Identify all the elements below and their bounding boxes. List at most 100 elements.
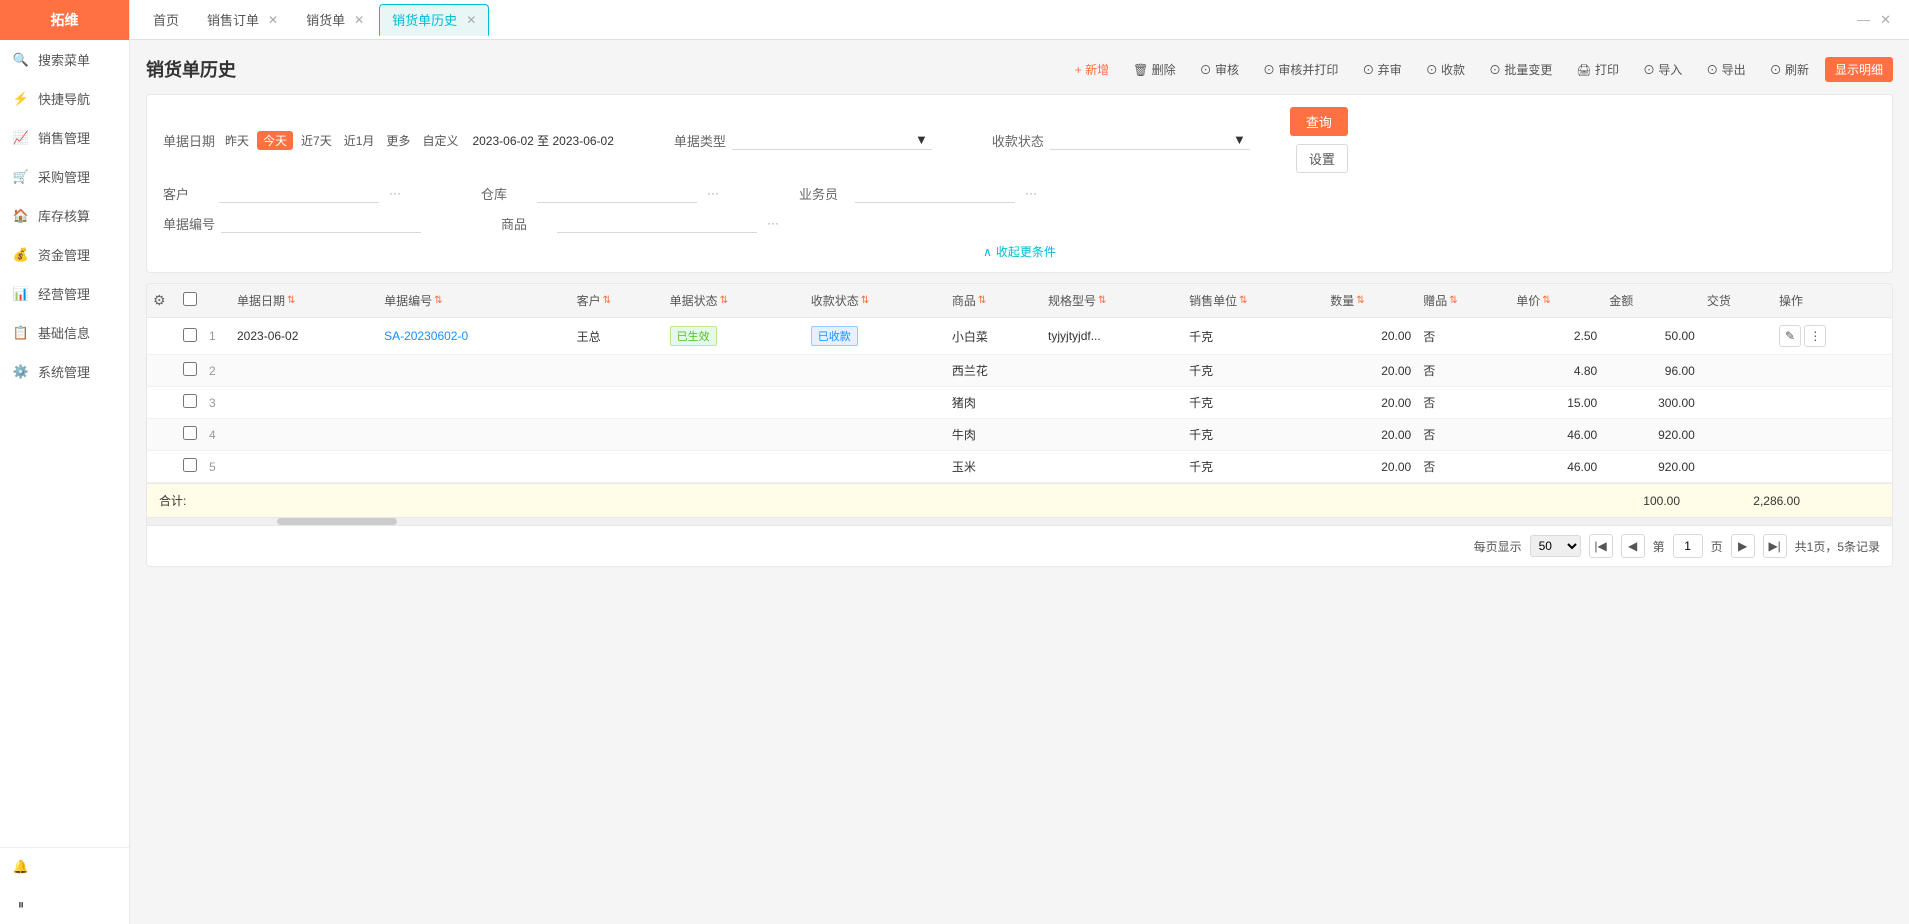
cell-doc-num[interactable] xyxy=(378,387,571,419)
date-btn-custom[interactable]: 自定义 xyxy=(418,131,462,150)
th-qty[interactable]: 数量⇅ xyxy=(1324,284,1417,318)
th-gift[interactable]: 赠品⇅ xyxy=(1417,284,1510,318)
date-btn-group: 昨天 今天 近7天 近1月 更多 自定义 2023-06-02 至 2023-0… xyxy=(221,131,614,150)
row-checkbox[interactable] xyxy=(183,362,197,376)
cell-doc-num[interactable] xyxy=(378,355,571,387)
cell-goods: 西兰花 xyxy=(946,355,1042,387)
goods-more-icon[interactable]: ··· xyxy=(767,216,779,230)
abandon-button[interactable]: ⊙ 弃审 xyxy=(1354,57,1409,82)
tab-sales-order[interactable]: 销售订单 ✕ xyxy=(194,4,291,36)
select-all-checkbox[interactable] xyxy=(183,292,197,306)
tab-sales-history-close[interactable]: ✕ xyxy=(466,13,476,27)
customer-more-icon[interactable]: ··· xyxy=(389,186,401,200)
sidebar-item-sys-mgmt[interactable]: ⚙️ 系统管理 xyxy=(0,352,129,391)
delete-button[interactable]: 🗑 删除 xyxy=(1125,57,1184,82)
filter-goods-block: 商品 ··· xyxy=(501,213,779,233)
tabs-bar: 首页 销售订单 ✕ 销货单 ✕ 销货单历史 ✕ — ✕ xyxy=(130,0,1909,40)
sidebar-item-sales-mgmt[interactable]: 📈 销售管理 xyxy=(0,118,129,157)
row-checkbox[interactable] xyxy=(183,328,197,342)
collect-button[interactable]: ⊙ 收款 xyxy=(1418,57,1473,82)
docnum-input[interactable] xyxy=(221,213,421,233)
window-close[interactable]: ✕ xyxy=(1880,12,1891,28)
sidebar-notification[interactable]: 🔔 xyxy=(0,848,129,886)
per-page-select[interactable]: 50 100 200 xyxy=(1530,535,1581,557)
staff-input[interactable] xyxy=(855,183,1015,203)
customer-input[interactable] xyxy=(219,183,379,203)
sidebar-item-purchase-mgmt[interactable]: 🛒 采购管理 xyxy=(0,157,129,196)
date-btn-more[interactable]: 更多 xyxy=(382,131,414,150)
cell-seq: 3 xyxy=(203,387,231,419)
sidebar-item-search-menu[interactable]: 🔍 搜索菜单 xyxy=(0,40,129,79)
inventory-icon: 🏠 xyxy=(12,207,30,225)
row-checkbox[interactable] xyxy=(183,458,197,472)
cell-price: 46.00 xyxy=(1510,419,1603,451)
sidebar-item-base-info[interactable]: 📋 基础信息 xyxy=(0,313,129,352)
window-minimize[interactable]: — xyxy=(1857,12,1870,27)
row-checkbox[interactable] xyxy=(183,426,197,440)
tab-sales-order-close[interactable]: ✕ xyxy=(268,13,278,27)
scrollbar-thumb[interactable] xyxy=(277,518,397,525)
sidebar-item-finance-mgmt[interactable]: 💰 资金管理 xyxy=(0,235,129,274)
goods-input[interactable] xyxy=(557,213,757,233)
doc-num-link[interactable]: SA-20230602-0 xyxy=(384,329,468,343)
settings-icon[interactable]: ⚙ xyxy=(153,292,166,308)
payment-select[interactable]: ▼ xyxy=(1050,130,1250,150)
warehouse-input[interactable] xyxy=(537,183,697,203)
cell-doc-num[interactable]: SA-20230602-0 xyxy=(378,318,571,355)
th-settings[interactable]: ⚙ xyxy=(147,284,177,318)
date-btn-yesterday[interactable]: 昨天 xyxy=(221,131,253,150)
display-detail-button[interactable]: 显示明细 xyxy=(1825,57,1893,82)
tab-sales-goods[interactable]: 销货单 ✕ xyxy=(293,4,377,36)
cell-doc-num[interactable] xyxy=(378,419,571,451)
cell-goods: 小白菜 xyxy=(946,318,1042,355)
last-page-btn[interactable]: ▶| xyxy=(1763,534,1787,558)
edit-op-btn[interactable]: ✎ xyxy=(1779,325,1801,347)
audit-print-button[interactable]: ⊙ 审核并打印 xyxy=(1255,57,1346,82)
th-spec[interactable]: 规格型号⇅ xyxy=(1042,284,1183,318)
tab-home[interactable]: 首页 xyxy=(140,4,192,36)
sidebar-item-ops-mgmt[interactable]: 📊 经营管理 xyxy=(0,274,129,313)
doctype-select[interactable]: ▼ xyxy=(732,130,932,150)
warehouse-more-icon[interactable]: ··· xyxy=(707,186,719,200)
th-price[interactable]: 单价⇅ xyxy=(1510,284,1603,318)
row-checkbox[interactable] xyxy=(183,394,197,408)
tab-sales-history[interactable]: 销货单历史 ✕ xyxy=(379,4,489,36)
th-customer[interactable]: 客户⇅ xyxy=(571,284,664,318)
audit-button[interactable]: ⊙ 审核 xyxy=(1192,57,1247,82)
tab-sales-goods-close[interactable]: ✕ xyxy=(354,13,364,27)
sidebar-pause[interactable]: ⏸ xyxy=(0,886,129,924)
th-unit[interactable]: 销售单位⇅ xyxy=(1183,284,1324,318)
th-payment-status[interactable]: 收款状态⇅ xyxy=(805,284,946,318)
cell-settings xyxy=(147,355,177,387)
cell-price: 4.80 xyxy=(1510,355,1603,387)
more-op-btn[interactable]: ⋮ xyxy=(1804,325,1826,347)
query-button[interactable]: 查询 xyxy=(1290,107,1348,136)
prev-page-btn[interactable]: ◀ xyxy=(1621,534,1645,558)
th-doc-num[interactable]: 单据编号⇅ xyxy=(378,284,571,318)
first-page-btn[interactable]: |◀ xyxy=(1589,534,1613,558)
th-doc-status[interactable]: 单据状态⇅ xyxy=(664,284,805,318)
horizontal-scrollbar[interactable] xyxy=(147,517,1892,525)
print-button[interactable]: 🖨 打印 xyxy=(1568,57,1627,82)
date-btn-7days[interactable]: 近7天 xyxy=(297,131,336,150)
date-btn-1month[interactable]: 近1月 xyxy=(340,131,379,150)
cell-operation xyxy=(1773,451,1892,483)
batch-change-button[interactable]: ⊙ 批量变更 xyxy=(1481,57,1560,82)
export-button[interactable]: ⊙ 导出 xyxy=(1698,57,1753,82)
sidebar-item-inventory[interactable]: 🏠 库存核算 xyxy=(0,196,129,235)
th-checkbox xyxy=(177,284,203,318)
set-button[interactable]: 设置 xyxy=(1296,144,1348,173)
sidebar-item-quick-nav[interactable]: ⚡ 快捷导航 xyxy=(0,79,129,118)
next-page-btn[interactable]: ▶ xyxy=(1731,534,1755,558)
page-number-input[interactable] xyxy=(1673,534,1703,558)
new-button[interactable]: + 新增 xyxy=(1067,57,1117,82)
staff-more-icon[interactable]: ··· xyxy=(1025,186,1037,200)
th-doc-date[interactable]: 单据日期⇅ xyxy=(231,284,378,318)
collapse-button[interactable]: ∧ 收起更条件 xyxy=(163,243,1876,260)
filter-warehouse-block: 仓库 ··· xyxy=(481,183,719,203)
th-goods[interactable]: 商品⇅ xyxy=(946,284,1042,318)
refresh-button[interactable]: ⊙ 刷新 xyxy=(1762,57,1817,82)
cell-doc-num[interactable] xyxy=(378,451,571,483)
date-btn-today[interactable]: 今天 xyxy=(257,131,293,150)
import-button[interactable]: ⊙ 导入 xyxy=(1635,57,1690,82)
